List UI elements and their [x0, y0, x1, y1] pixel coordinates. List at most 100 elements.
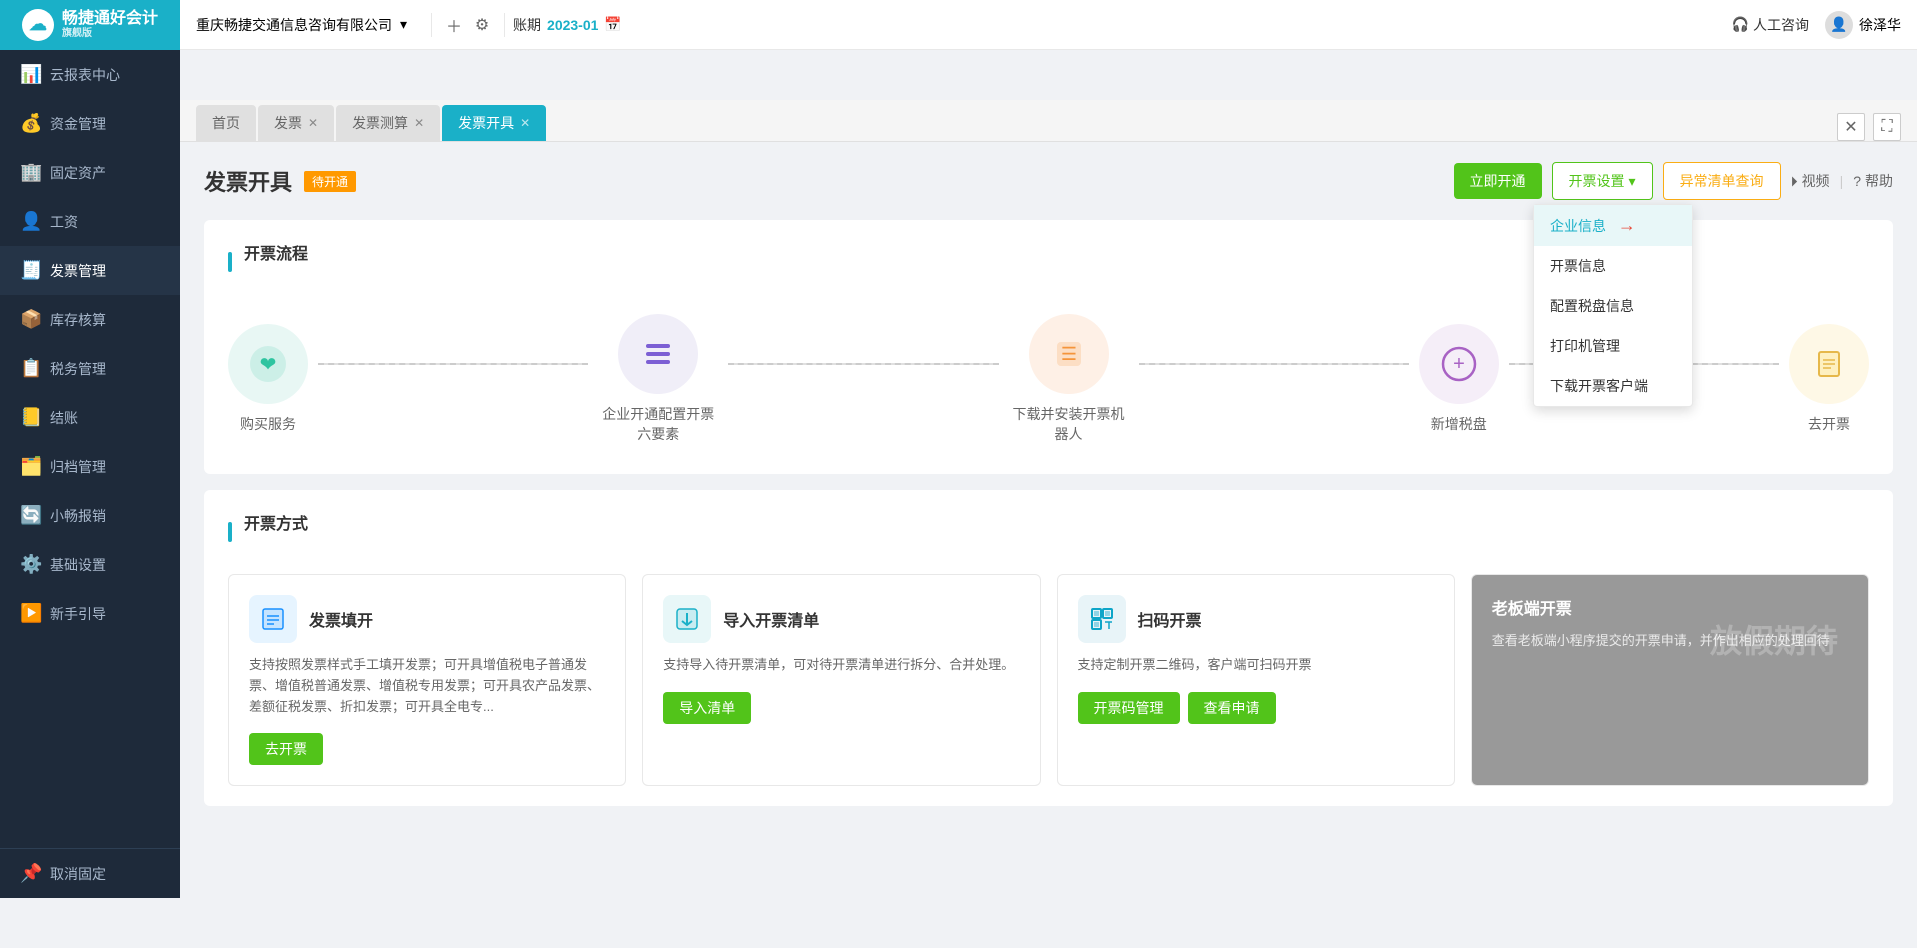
- company-selector[interactable]: 重庆畅捷交通信息咨询有限公司 ▾: [180, 15, 423, 35]
- anomaly-button[interactable]: 异常清单查询: [1663, 162, 1781, 200]
- tab-close-icon[interactable]: ✕: [414, 116, 424, 130]
- sidebar-item-zijin[interactable]: 💰 资金管理: [0, 99, 180, 148]
- page-header-right: 立即开通 开票设置 ▾ 异常清单查询 ⏵ 视频 | ? 帮助: [1454, 162, 1893, 200]
- invoice-icon: 🧾: [20, 260, 40, 281]
- sidebar-item-guding[interactable]: 🏢 固定资产: [0, 148, 180, 197]
- scan-card-desc: 支持定制开票二维码，客户端可扫码开票: [1078, 655, 1434, 676]
- sidebar-item-label: 税务管理: [50, 359, 106, 379]
- expense-icon: 🔄: [20, 505, 40, 526]
- tab-fapiao[interactable]: 发票 ✕: [258, 105, 334, 141]
- sidebar-item-gongzi[interactable]: 👤 工资: [0, 197, 180, 246]
- flow-step-label-4: 新增税盘: [1431, 414, 1487, 434]
- import-list-button[interactable]: 导入清单: [663, 692, 751, 724]
- sidebar-item-kucun[interactable]: 📦 库存核算: [0, 295, 180, 344]
- dropdown-item-tax-config[interactable]: 配置税盘信息: [1534, 286, 1692, 326]
- qr-manage-button[interactable]: 开票码管理: [1078, 692, 1180, 724]
- box-icon: 📦: [20, 309, 40, 330]
- import-icon: [663, 595, 711, 643]
- calendar-icon[interactable]: 📅: [604, 16, 621, 33]
- user-name: 徐泽华: [1859, 15, 1901, 35]
- logo-main-text: 畅捷通好会计: [62, 9, 158, 28]
- sidebar-item-label: 归档管理: [50, 457, 106, 477]
- flow-step-icon-1: ❤: [228, 324, 308, 404]
- close-window-button[interactable]: ✕: [1837, 113, 1865, 141]
- dropdown-item-invoice-info[interactable]: 开票信息: [1534, 246, 1692, 286]
- method-card-import: 导入开票清单 支持导入待开票清单，可对待开票清单进行拆分、合并处理。 导入清单: [642, 574, 1040, 786]
- left-border-decoration2: [228, 522, 232, 542]
- tab-fapiao-cesuan[interactable]: 发票测算 ✕: [336, 105, 440, 141]
- logo-sub-text: 旗舰版: [62, 28, 158, 40]
- sidebar-item-jichushezhi[interactable]: ⚙️ 基础设置: [0, 540, 180, 589]
- header-divider2: [504, 13, 505, 37]
- maximize-button[interactable]: ⛶: [1873, 113, 1901, 141]
- sidebar-item-jiezhang[interactable]: 📒 结账: [0, 393, 180, 442]
- tab-close-icon[interactable]: ✕: [520, 116, 530, 130]
- header-right: 🎧 人工咨询 👤 徐泽华: [1732, 11, 1901, 39]
- logo-icon: ☁: [22, 9, 54, 41]
- sidebar-item-label: 结账: [50, 408, 78, 428]
- dropdown-item-download-client[interactable]: 下载开票客户端: [1534, 366, 1692, 406]
- settings-label: 开票设置: [1569, 171, 1625, 191]
- flow-step-2: 企业开通配置开票六要素: [598, 314, 718, 444]
- flow-step-icon-3: ☰: [1029, 314, 1109, 394]
- svg-text:+: +: [1453, 353, 1465, 375]
- chevron-down-icon: ▾: [400, 16, 407, 33]
- flow-section-title: 开票流程: [244, 240, 308, 264]
- help-label: 帮助: [1865, 171, 1893, 191]
- video-button[interactable]: ⏵ 视频: [1791, 171, 1830, 191]
- video-label: 视频: [1802, 171, 1830, 191]
- flow-step-icon-2: [618, 314, 698, 394]
- method-card-scan: 扫码开票 支持定制开票二维码，客户端可扫码开票 开票码管理 查看申请: [1057, 574, 1455, 786]
- sidebar-item-label: 新手引导: [50, 604, 106, 624]
- view-apply-button[interactable]: 查看申请: [1188, 692, 1276, 724]
- import-card-desc: 支持导入待开票清单，可对待开票清单进行拆分、合并处理。: [663, 655, 1019, 676]
- archive-icon: 🗂️: [20, 456, 40, 477]
- dropdown-item-printer[interactable]: 打印机管理: [1534, 326, 1692, 366]
- dropdown-item-label: 企业信息: [1550, 218, 1606, 234]
- sidebar-item-fapiao[interactable]: 🧾 发票管理: [0, 246, 180, 295]
- chevron-down-icon: ▾: [1629, 173, 1636, 190]
- user-area[interactable]: 👤 徐泽华: [1825, 11, 1901, 39]
- methods-header: 开票方式: [228, 510, 1869, 554]
- fill-invoice-icon: [249, 595, 297, 643]
- settings-icon[interactable]: ⚙: [468, 11, 496, 39]
- method-card-header-fill: 发票填开: [249, 595, 605, 643]
- activate-button[interactable]: 立即开通: [1454, 163, 1542, 199]
- boss-overlay-text: 放假期待: [1710, 616, 1838, 662]
- tab-label: 发票测算: [352, 113, 408, 133]
- dropdown-item-company[interactable]: 企业信息 →: [1534, 205, 1692, 246]
- fill-invoice-button[interactable]: 去开票: [249, 733, 323, 765]
- tab-home[interactable]: 首页: [196, 105, 256, 141]
- page-area: 发票开具 待开通 立即开通 开票设置 ▾ 异常清单查询 ⏵ 视频 | ? 帮助: [180, 142, 1917, 948]
- logo-text: 畅捷通好会计 旗舰版: [62, 9, 158, 40]
- tab-close-icon[interactable]: ✕: [308, 116, 318, 130]
- sidebar-item-xiaochang[interactable]: 🔄 小畅报销: [0, 491, 180, 540]
- connector-2: [718, 363, 1008, 365]
- company-name: 重庆畅捷交通信息咨询有限公司: [196, 15, 392, 35]
- status-badge: 待开通: [304, 171, 356, 192]
- add-button[interactable]: ＋: [440, 11, 468, 39]
- sidebar-item-label: 取消固定: [50, 864, 106, 884]
- method-cards: 发票填开 支持按照发票样式手工填开发票；可开具增值税电子普通发票、增值税普通发票…: [228, 574, 1869, 786]
- tab-fapiao-kaiju[interactable]: 发票开具 ✕: [442, 105, 546, 141]
- tab-label: 发票开具: [458, 113, 514, 133]
- sidebar-item-yunbao[interactable]: 📊 云报表中心: [0, 50, 180, 99]
- fill-card-title: 发票填开: [309, 607, 373, 631]
- pin-icon: 📌: [20, 863, 40, 884]
- help-button[interactable]: ? 帮助: [1853, 171, 1893, 191]
- dropdown-item-label: 配置税盘信息: [1550, 298, 1634, 314]
- flow-step-4: + 新增税盘: [1419, 324, 1499, 434]
- methods-section-title: 开票方式: [244, 510, 308, 534]
- sidebar-item-unpin[interactable]: 📌 取消固定: [0, 849, 180, 898]
- sidebar-item-guidang[interactable]: 🗂️ 归档管理: [0, 442, 180, 491]
- dropdown-item-label: 开票信息: [1550, 258, 1606, 274]
- sidebar-item-shuiwu[interactable]: 📋 税务管理: [0, 344, 180, 393]
- sidebar-item-xinshou[interactable]: ▶️ 新手引导: [0, 589, 180, 638]
- settings-button[interactable]: 开票设置 ▾: [1552, 162, 1653, 200]
- building-icon: 🏢: [20, 162, 40, 183]
- gear-icon: ⚙️: [20, 554, 40, 575]
- support-button[interactable]: 🎧 人工咨询: [1732, 15, 1809, 35]
- method-card-header-import: 导入开票清单: [663, 595, 1019, 643]
- play-icon: ▶️: [20, 603, 40, 624]
- sidebar-item-label: 基础设置: [50, 555, 106, 575]
